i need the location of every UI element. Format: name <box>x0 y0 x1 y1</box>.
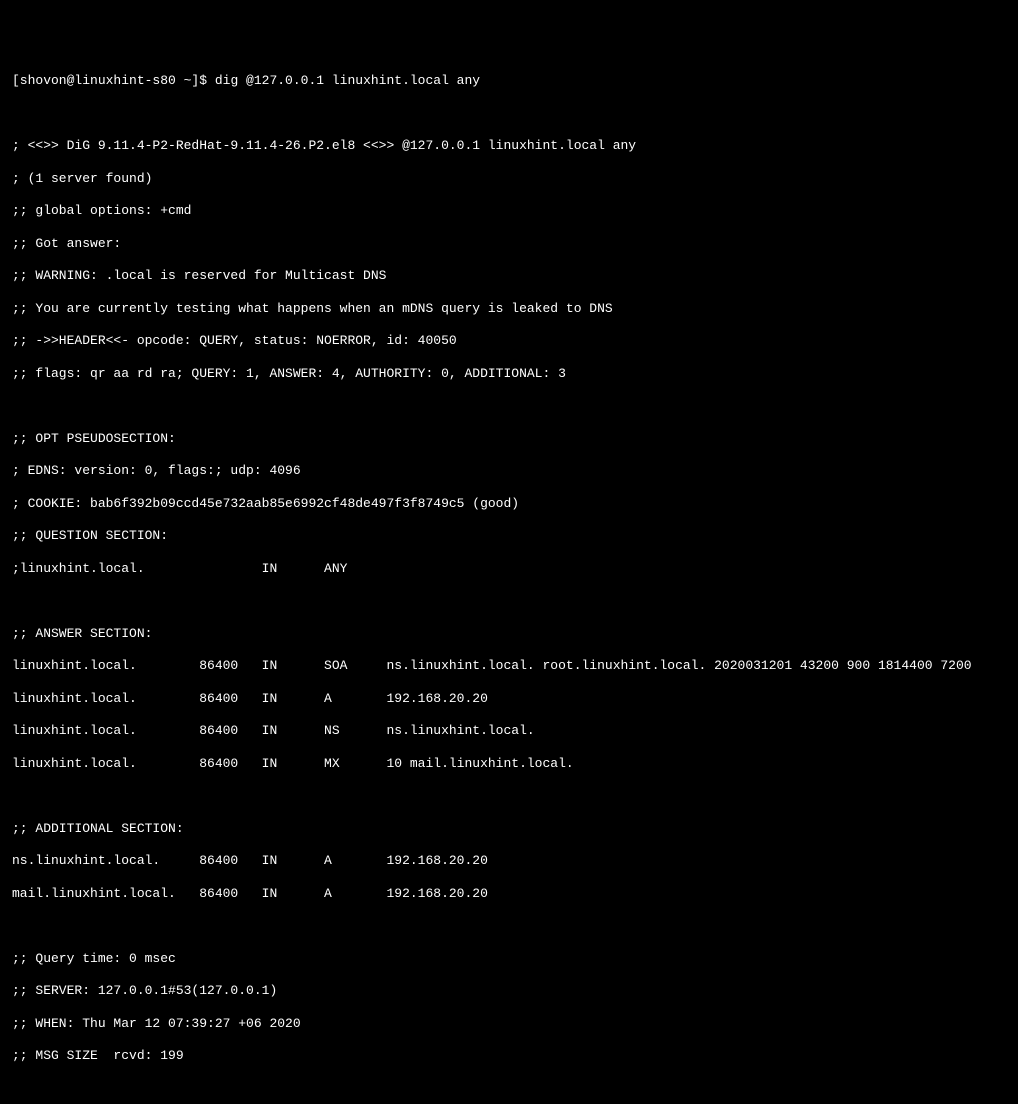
query-time: ;; Query time: 0 msec <box>12 951 1006 967</box>
command-line-1: [shovon@linuxhint-s80 ~]$ dig @127.0.0.1… <box>12 73 1006 89</box>
servers-found: ; (1 server found) <box>12 171 1006 187</box>
additional-mail: mail.linuxhint.local. 86400 IN A 192.168… <box>12 886 1006 902</box>
additional-ns: ns.linuxhint.local. 86400 IN A 192.168.2… <box>12 853 1006 869</box>
flags-line: ;; flags: qr aa rd ra; QUERY: 1, ANSWER:… <box>12 366 1006 382</box>
command-text: dig @127.0.0.1 linuxhint.local any <box>215 73 480 88</box>
terminal[interactable]: [shovon@linuxhint-s80 ~]$ dig @127.0.0.1… <box>12 73 1006 1104</box>
warning-mdns-1: ;; WARNING: .local is reserved for Multi… <box>12 268 1006 284</box>
question-section-header: ;; QUESTION SECTION: <box>12 528 1006 544</box>
answer-ns: linuxhint.local. 86400 IN NS ns.linuxhin… <box>12 723 1006 739</box>
blank-line <box>12 1081 1006 1097</box>
question-row: ;linuxhint.local. IN ANY <box>12 561 1006 577</box>
prompt: [shovon@linuxhint-s80 ~]$ <box>12 73 215 88</box>
blank-line <box>12 593 1006 609</box>
dig-banner: ; <<>> DiG 9.11.4-P2-RedHat-9.11.4-26.P2… <box>12 138 1006 154</box>
when-line: ;; WHEN: Thu Mar 12 07:39:27 +06 2020 <box>12 1016 1006 1032</box>
blank-line <box>12 398 1006 414</box>
answer-section-header: ;; ANSWER SECTION: <box>12 626 1006 642</box>
blank-line <box>12 918 1006 934</box>
blank-line <box>12 106 1006 122</box>
global-options: ;; global options: +cmd <box>12 203 1006 219</box>
answer-a: linuxhint.local. 86400 IN A 192.168.20.2… <box>12 691 1006 707</box>
answer-mx: linuxhint.local. 86400 IN MX 10 mail.lin… <box>12 756 1006 772</box>
cookie-line: ; COOKIE: bab6f392b09ccd45e732aab85e6992… <box>12 496 1006 512</box>
warning-mdns-2: ;; You are currently testing what happen… <box>12 301 1006 317</box>
msg-size: ;; MSG SIZE rcvd: 199 <box>12 1048 1006 1064</box>
answer-soa: linuxhint.local. 86400 IN SOA ns.linuxhi… <box>12 658 1006 674</box>
got-answer: ;; Got answer: <box>12 236 1006 252</box>
blank-line <box>12 788 1006 804</box>
additional-section-header: ;; ADDITIONAL SECTION: <box>12 821 1006 837</box>
header-line: ;; ->>HEADER<<- opcode: QUERY, status: N… <box>12 333 1006 349</box>
edns-line: ; EDNS: version: 0, flags:; udp: 4096 <box>12 463 1006 479</box>
opt-pseudosection-header: ;; OPT PSEUDOSECTION: <box>12 431 1006 447</box>
server-line: ;; SERVER: 127.0.0.1#53(127.0.0.1) <box>12 983 1006 999</box>
